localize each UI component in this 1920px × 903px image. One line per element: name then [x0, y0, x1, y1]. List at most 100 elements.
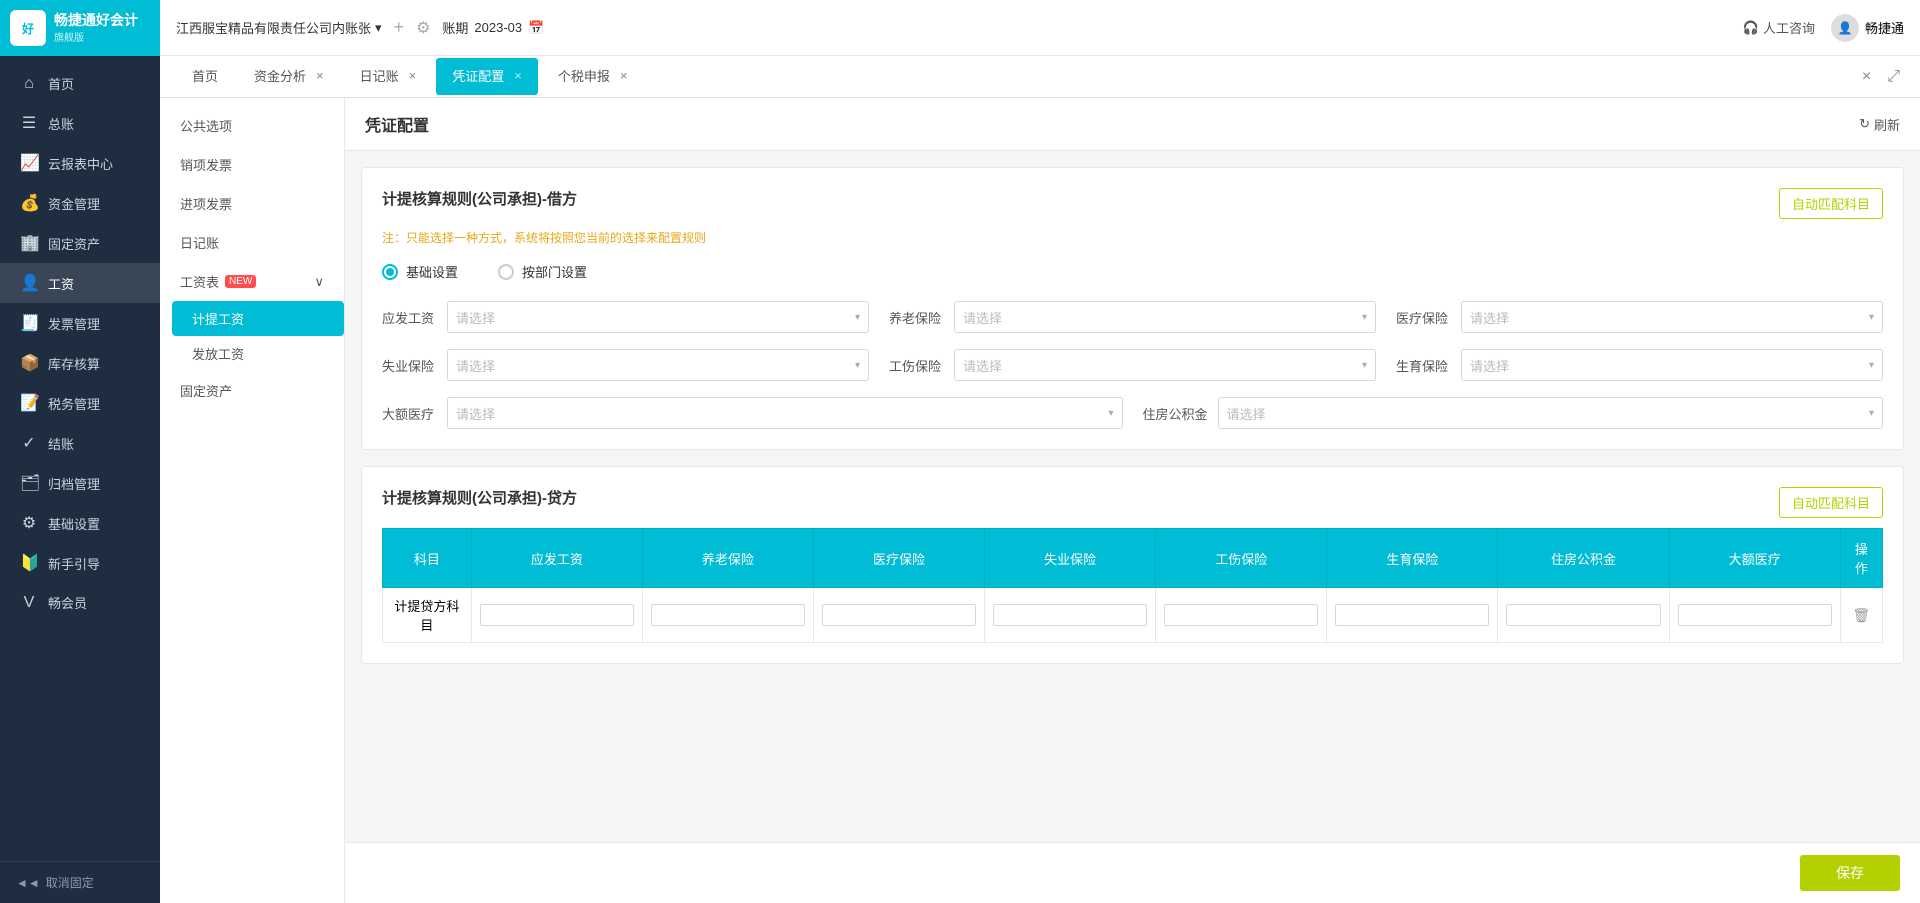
td-住房公积金-input[interactable] — [1498, 588, 1669, 643]
tab-fund-analysis-close[interactable]: × — [316, 68, 324, 83]
form-item-住房公积金: 住房公积金 请选择 ▾ — [1143, 397, 1884, 429]
select-大额医疗[interactable]: 请选择 ▾ — [447, 397, 1123, 429]
sub-nav-salary-group[interactable]: 工资表 NEW ∨ — [160, 262, 344, 301]
user-menu[interactable]: 👤 畅捷通 — [1831, 14, 1904, 42]
sub-nav-public[interactable]: 公共选项 — [160, 106, 344, 145]
ledger-icon: ☰ — [20, 113, 38, 133]
save-button[interactable]: 保存 — [1800, 855, 1900, 891]
period-selector[interactable]: 账期 2023-03 📅 — [442, 18, 544, 37]
sidebar-item-close-period[interactable]: ✓ 结账 — [0, 423, 160, 463]
select-失业保险[interactable]: 请选择 ▾ — [447, 349, 869, 381]
sidebar-item-label: 结账 — [48, 434, 74, 453]
cancel-fixed-button[interactable]: ◄◄ 取消固定 — [0, 861, 160, 903]
expand-button[interactable]: ⤢ — [1883, 64, 1904, 90]
bottom-bar: 保存 — [345, 842, 1920, 903]
td-生育保险-input[interactable] — [1327, 588, 1498, 643]
debit-section-note: 注：只能选择一种方式，系统将按照您当前的选择来配置规则 — [382, 229, 1883, 246]
sub-nav-purchase-invoice[interactable]: 进项发票 — [160, 184, 344, 223]
th-生育保险: 生育保险 — [1327, 529, 1498, 588]
sub-nav-journal[interactable]: 日记账 — [160, 223, 344, 262]
credit-auto-match-button[interactable]: 自动匹配科目 — [1779, 487, 1883, 518]
select-养老保险[interactable]: 请选择 ▾ — [954, 301, 1376, 333]
th-应发工资: 应发工资 — [471, 529, 642, 588]
sidebar-item-reports[interactable]: 📈 云报表中心 — [0, 143, 160, 183]
sidebar-item-label: 首页 — [48, 74, 74, 93]
app-name: 畅捷通好会计 — [54, 12, 138, 29]
tab-journal-close[interactable]: × — [409, 68, 417, 83]
placeholder-应发工资: 请选择 — [456, 308, 495, 327]
label-应发工资: 应发工资 — [382, 308, 437, 327]
input-失业保险[interactable] — [993, 604, 1147, 626]
td-应发工资-input[interactable] — [471, 588, 642, 643]
td-失业保险-input[interactable] — [985, 588, 1156, 643]
tab-voucher-config-close[interactable]: × — [514, 68, 522, 83]
sidebar-item-home[interactable]: ⌂ 首页 — [0, 64, 160, 103]
select-生育保险[interactable]: 请选择 ▾ — [1461, 349, 1883, 381]
tab-tax-declaration[interactable]: 个税申报 × — [542, 58, 644, 95]
sidebar-item-tax[interactable]: 📝 税务管理 — [0, 383, 160, 423]
th-住房公积金: 住房公积金 — [1498, 529, 1669, 588]
select-工伤保险[interactable]: 请选择 ▾ — [954, 349, 1376, 381]
tab-home[interactable]: 首页 — [176, 58, 234, 95]
refresh-button[interactable]: ↻ 刷新 — [1859, 115, 1900, 134]
funds-icon: 💰 — [20, 193, 38, 213]
arrow-大额医疗: ▾ — [1108, 408, 1113, 419]
settings-button[interactable]: ⚙ — [416, 18, 430, 38]
debit-auto-match-button[interactable]: 自动匹配科目 — [1779, 188, 1883, 219]
sidebar-item-invoice[interactable]: 🧾 发票管理 — [0, 303, 160, 343]
debit-section-title: 计提核算规则(公司承担)-借方 — [382, 188, 577, 209]
sidebar-item-ledger[interactable]: ☰ 总账 — [0, 103, 160, 143]
company-selector[interactable]: 江西服宝精品有限责任公司内账张 ▾ — [176, 18, 382, 37]
td-大额医疗-input[interactable] — [1669, 588, 1840, 643]
td-工伤保险-input[interactable] — [1156, 588, 1327, 643]
input-应发工资[interactable] — [480, 604, 634, 626]
td-delete[interactable]: 🗑 — [1840, 588, 1882, 643]
add-tab-button[interactable]: + — [394, 17, 405, 38]
radio-basic-setting[interactable]: 基础设置 — [382, 262, 458, 281]
form-item-养老保险: 养老保险 请选择 ▾ — [889, 301, 1376, 333]
radio-group: 基础设置 按部门设置 — [382, 262, 1883, 281]
sidebar-item-inventory[interactable]: 📦 库存核算 — [0, 343, 160, 383]
sub-nav-fixed-assets[interactable]: 固定资产 — [160, 371, 344, 410]
tab-fund-analysis[interactable]: 资金分析 × — [238, 58, 340, 95]
debit-header-row: 计提核算规则(公司承担)-借方 自动匹配科目 — [382, 188, 1883, 219]
select-应发工资[interactable]: 请选择 ▾ — [447, 301, 869, 333]
placeholder-生育保险: 请选择 — [1470, 356, 1509, 375]
placeholder-医疗保险: 请选择 — [1470, 308, 1509, 327]
th-subject: 科目 — [383, 529, 472, 588]
sub-nav-sales-invoice[interactable]: 销项发票 — [160, 145, 344, 184]
content-scroll: 计提核算规则(公司承担)-借方 自动匹配科目 注：只能选择一种方式，系统将按照您… — [345, 151, 1920, 842]
sidebar-item-archive[interactable]: 🗂 归档管理 — [0, 463, 160, 503]
th-操作: 操作 — [1840, 529, 1882, 588]
sidebar-item-label: 库存核算 — [48, 354, 100, 373]
sidebar-item-member[interactable]: V 畅会员 — [0, 583, 160, 622]
sidebar-item-guide[interactable]: 🔰 新手引导 — [0, 543, 160, 583]
sidebar-item-fixed-assets[interactable]: 🏢 固定资产 — [0, 223, 160, 263]
tab-voucher-config[interactable]: 凭证配置 × — [436, 58, 538, 95]
sidebar-item-label: 工资 — [48, 274, 74, 293]
input-住房公积金[interactable] — [1506, 604, 1660, 626]
support-button[interactable]: 🎧 人工咨询 — [1743, 18, 1815, 37]
sidebar-item-funds[interactable]: 💰 资金管理 — [0, 183, 160, 223]
sidebar: 好 畅捷通好会计 旗舰版 ⌂ 首页 ☰ 总账 📈 云报表中心 💰 资金管理 🏢 … — [0, 0, 160, 903]
td-医疗保险-input[interactable] — [813, 588, 984, 643]
sub-nav-accrual[interactable]: 计提工资 — [172, 301, 344, 336]
input-生育保险[interactable] — [1335, 604, 1489, 626]
select-住房公积金[interactable]: 请选择 ▾ — [1218, 397, 1883, 429]
input-养老保险[interactable] — [651, 604, 805, 626]
sidebar-item-salary[interactable]: 👤 工资 — [0, 263, 160, 303]
td-养老保险-input[interactable] — [642, 588, 813, 643]
close-tab-button[interactable]: × — [1858, 64, 1875, 90]
delete-row-icon[interactable]: 🗑 — [1852, 607, 1870, 623]
sidebar-item-settings[interactable]: ⚙ 基础设置 — [0, 503, 160, 543]
radio-dept-setting[interactable]: 按部门设置 — [498, 262, 587, 281]
td-subject-label: 计提贷方科目 — [383, 588, 472, 643]
sub-nav-salary-group-label: 工资表 NEW — [180, 272, 256, 291]
input-工伤保险[interactable] — [1164, 604, 1318, 626]
tab-journal[interactable]: 日记账 × — [344, 58, 433, 95]
tab-tax-declaration-close[interactable]: × — [620, 68, 628, 83]
sub-nav-payment[interactable]: 发放工资 — [172, 336, 344, 371]
input-大额医疗[interactable] — [1678, 604, 1832, 626]
input-医疗保险[interactable] — [822, 604, 976, 626]
select-医疗保险[interactable]: 请选择 ▾ — [1461, 301, 1883, 333]
